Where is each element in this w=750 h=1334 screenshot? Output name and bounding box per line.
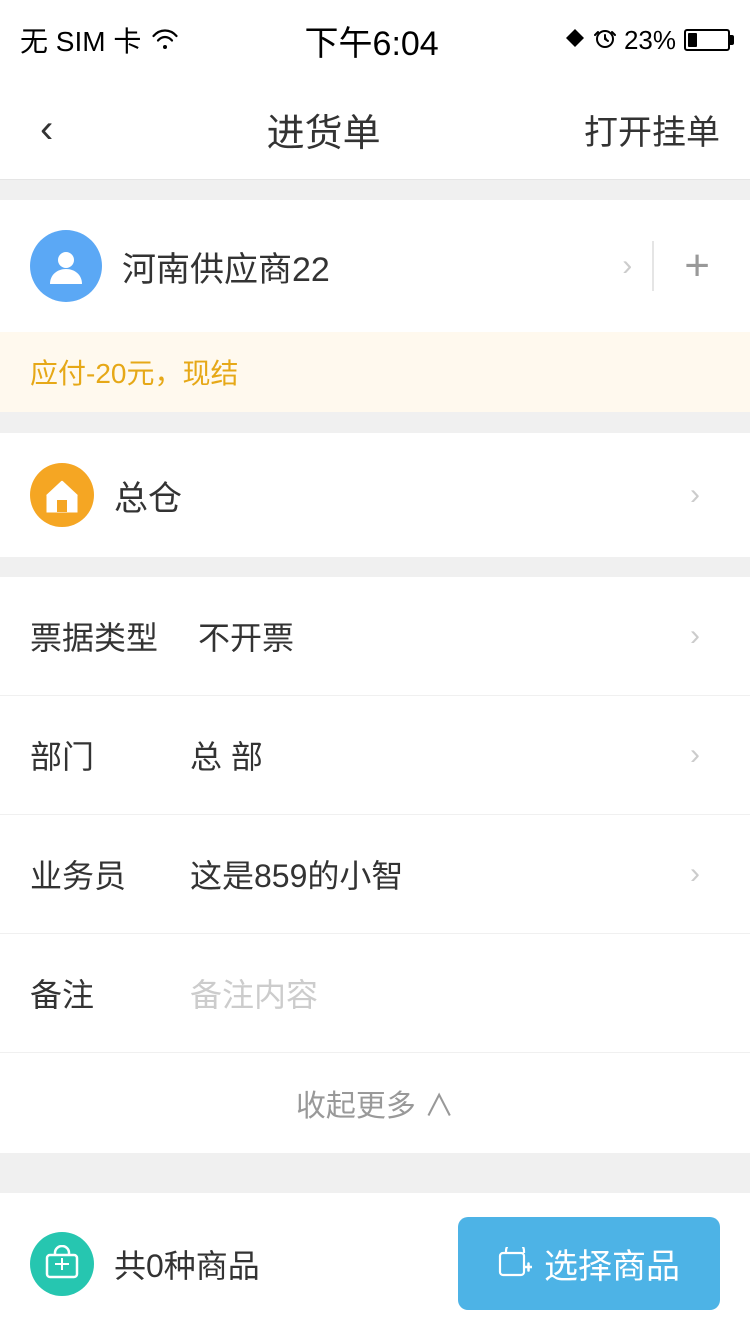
content-area: 河南供应商22 › + 应付-20元，现结 总仓 › (0, 180, 750, 1334)
nav-bar: ‹ 进货单 打开挂单 (0, 80, 750, 180)
warehouse-icon (30, 463, 94, 527)
salesperson-chevron-icon: › (690, 857, 700, 891)
supplier-chevron-icon: › (622, 249, 632, 283)
notice-text: 应付-20元，现结 (30, 358, 238, 389)
select-product-icon (498, 1247, 532, 1281)
vertical-divider (652, 241, 654, 291)
collapse-label: 收起更多 ∧ (296, 1090, 454, 1123)
section-divider-top (0, 180, 750, 200)
department-value: 总 部 (190, 732, 690, 778)
open-pending-button[interactable]: 打开挂单 (584, 105, 720, 154)
warehouse-section: 总仓 › (0, 432, 750, 557)
battery-icon (684, 29, 730, 51)
section-divider-3 (0, 557, 750, 577)
battery-percent: 23% (624, 25, 676, 56)
product-count-text: 共0种商品 (114, 1241, 260, 1287)
salesperson-label: 业务员 (30, 851, 150, 897)
invoice-type-row[interactable]: 票据类型 不开票 › (0, 577, 750, 695)
department-chevron-icon: › (690, 738, 700, 772)
select-product-button[interactable]: 选择商品 (458, 1217, 720, 1310)
warehouse-name: 总仓 (114, 471, 690, 520)
add-button[interactable]: + (674, 241, 720, 291)
product-count-area: 共0种商品 (30, 1232, 260, 1296)
warehouse-row[interactable]: 总仓 › (0, 432, 750, 557)
department-row[interactable]: 部门 总 部 › (0, 695, 750, 814)
location-icon (564, 25, 586, 56)
invoice-type-value: 不开票 (198, 613, 690, 659)
collapse-bar[interactable]: 收起更多 ∧ (0, 1052, 750, 1153)
supplier-row[interactable]: 河南供应商22 › + (0, 200, 750, 332)
status-left: 无 SIM 卡 (20, 20, 179, 60)
product-icon-circle (30, 1232, 94, 1296)
section-divider-4 (0, 1153, 750, 1173)
house-icon (43, 476, 81, 514)
warehouse-chevron-icon: › (690, 478, 700, 512)
form-section: 票据类型 不开票 › 部门 总 部 › 业务员 这是859的小智 › 备注 备注… (0, 577, 750, 1153)
bottom-bar: 共0种商品 选择商品 (0, 1193, 750, 1334)
remark-row[interactable]: 备注 备注内容 (0, 933, 750, 1052)
alarm-icon (594, 25, 616, 56)
person-icon (44, 244, 88, 288)
status-time: 下午6:04 (305, 16, 439, 65)
supplier-name: 河南供应商22 (122, 242, 622, 291)
section-divider-2 (0, 412, 750, 432)
notice-bar: 应付-20元，现结 (0, 332, 750, 412)
cart-icon (43, 1245, 81, 1283)
salesperson-value: 这是859的小智 (190, 851, 690, 897)
select-product-label: 选择商品 (544, 1239, 680, 1288)
invoice-chevron-icon: › (690, 619, 700, 653)
status-bar: 无 SIM 卡 下午6:04 23% (0, 0, 750, 80)
invoice-type-label: 票据类型 (30, 613, 158, 659)
signal-text: 无 SIM 卡 (20, 20, 141, 60)
status-right: 23% (564, 25, 730, 56)
supplier-section: 河南供应商22 › + 应付-20元，现结 (0, 200, 750, 412)
remark-label: 备注 (30, 970, 150, 1016)
remark-input[interactable]: 备注内容 (190, 970, 720, 1016)
wifi-icon (151, 24, 179, 56)
salesperson-row[interactable]: 业务员 这是859的小智 › (0, 814, 750, 933)
supplier-avatar (30, 230, 102, 302)
department-label: 部门 (30, 732, 150, 778)
back-button[interactable]: ‹ (30, 97, 63, 162)
page-title: 进货单 (267, 102, 381, 157)
